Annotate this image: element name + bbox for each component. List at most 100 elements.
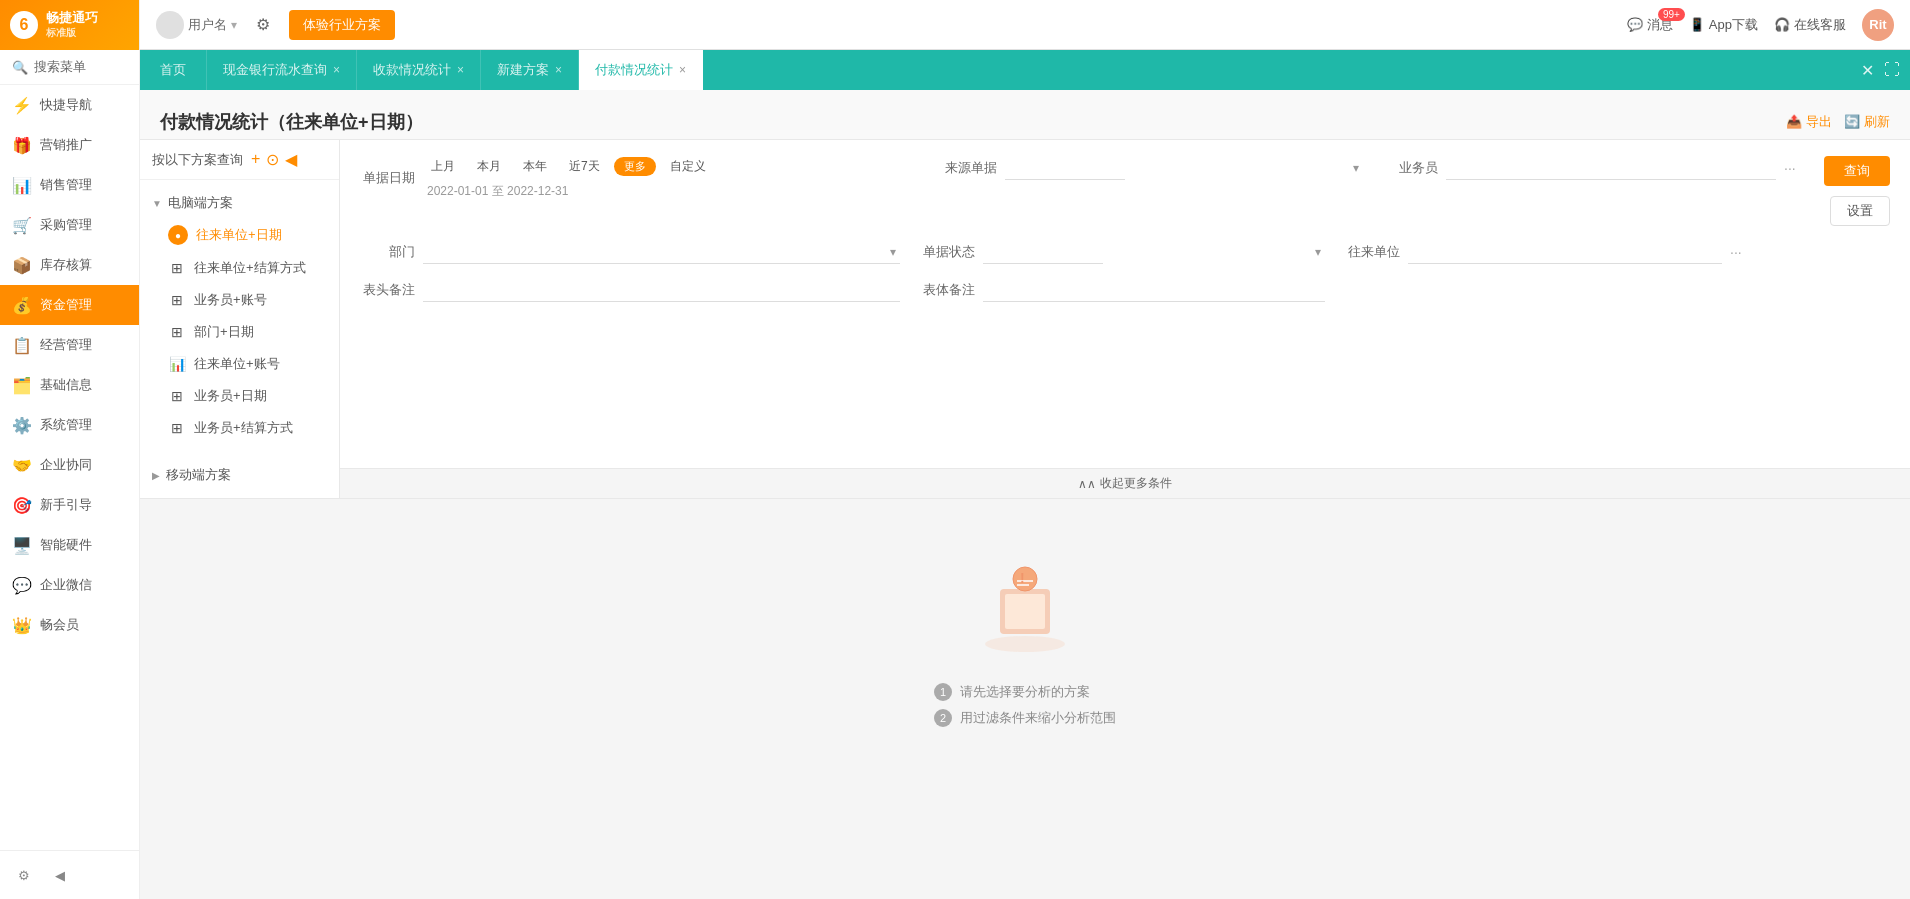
dept-select-wrapper: [423, 240, 900, 264]
sidebar-item-hardware[interactable]: 🖥️ 智能硬件: [0, 525, 139, 565]
sidebar-item-operations[interactable]: 📋 经营管理: [0, 325, 139, 365]
tab-new-scheme-close-icon[interactable]: ×: [555, 63, 562, 77]
scheme-item-staff-settle-label: 业务员+结算方式: [194, 419, 293, 437]
empty-hint-step1: 1 请先选择要分析的方案: [934, 679, 1116, 705]
nav-label-enterprise: 企业协同: [40, 456, 92, 474]
header-settings-btn[interactable]: ⚙: [249, 11, 277, 39]
source-select[interactable]: [1005, 156, 1125, 180]
sidebar-item-wechat[interactable]: 💬 企业微信: [0, 565, 139, 605]
sidebar-item-basic-info[interactable]: 🗂️ 基础信息: [0, 365, 139, 405]
scheme-grid-icon-4: ⊞: [168, 387, 186, 405]
filter-row-1: 单据日期 上月 本月 本年 近7天 更多 自定义 20: [360, 156, 1890, 226]
nav-label-guide: 新手引导: [40, 496, 92, 514]
scheme-item-unit-date[interactable]: ● 往来单位+日期: [140, 218, 339, 252]
partner-label: 往来单位: [1345, 243, 1400, 261]
page-header: 付款情况统计（往来单位+日期） 📤 导出 🔄 刷新: [140, 90, 1910, 140]
avatar: [156, 11, 184, 39]
tab-bank-flow-close-icon[interactable]: ×: [333, 63, 340, 77]
staff-input[interactable]: [1446, 156, 1776, 180]
footer-settings-btn[interactable]: ⚙: [10, 861, 38, 889]
scheme-item-dept-date[interactable]: ⊞ 部门+日期: [140, 316, 339, 348]
search-icon: 🔍: [12, 60, 28, 75]
nav-label-purchase: 采购管理: [40, 216, 92, 234]
date-tab-more[interactable]: 更多: [614, 157, 656, 176]
nav-label-system: 系统管理: [40, 416, 92, 434]
dropdown-arrow-icon[interactable]: ▾: [231, 18, 237, 32]
tab-close-all-icon[interactable]: ✕: [1861, 61, 1874, 80]
sidebar-item-purchase[interactable]: 🛒 采购管理: [0, 205, 139, 245]
scheme-mobile-title[interactable]: ▶ 移动端方案: [140, 460, 339, 490]
refresh-icon: 🔄: [1844, 114, 1860, 129]
nav-icon-enterprise: 🤝: [12, 455, 32, 475]
scheme-add-btn[interactable]: +: [251, 150, 260, 169]
scheme-grid-icon-3: ⊞: [168, 323, 186, 341]
scheme-item-unit-settle[interactable]: ⊞ 往来单位+结算方式: [140, 252, 339, 284]
date-tab-last-month[interactable]: 上月: [423, 156, 463, 177]
footer-collapse-btn[interactable]: ◀: [46, 861, 74, 889]
message-icon: 💬: [1627, 17, 1643, 32]
sidebar-item-system[interactable]: ⚙️ 系统管理: [0, 405, 139, 445]
scheme-desktop-title[interactable]: ▼ 电脑端方案: [140, 188, 339, 218]
sidebar-item-inventory[interactable]: 📦 库存核算: [0, 245, 139, 285]
app-download-btn[interactable]: 📱 App下载: [1689, 16, 1758, 34]
refresh-btn[interactable]: 🔄 刷新: [1844, 113, 1890, 131]
date-tab-this-month[interactable]: 本月: [469, 156, 509, 177]
voucher-status-select[interactable]: [983, 240, 1103, 264]
sidebar-item-marketing[interactable]: 🎁 营销推广: [0, 125, 139, 165]
nav-icon-guide: 🎯: [12, 495, 32, 515]
body-note-input[interactable]: [983, 278, 1325, 302]
trial-btn[interactable]: 体验行业方案: [289, 10, 395, 40]
scheme-settings-btn[interactable]: ⊙: [266, 150, 279, 169]
date-tab-this-year[interactable]: 本年: [515, 156, 555, 177]
sidebar-item-quick-nav[interactable]: ⚡ 快捷导航: [0, 85, 139, 125]
settings-btn[interactable]: 设置: [1830, 196, 1890, 226]
tab-receipts-close-icon[interactable]: ×: [457, 63, 464, 77]
hint2-text: 用过滤条件来缩小分析范围: [960, 705, 1116, 731]
online-service-btn[interactable]: 🎧 在线客服: [1774, 16, 1846, 34]
partner-input[interactable]: [1408, 240, 1722, 264]
messages-btn[interactable]: 💬 消息 99+: [1627, 16, 1673, 34]
sidebar-item-sales[interactable]: 📊 销售管理: [0, 165, 139, 205]
tab-payment-close-icon[interactable]: ×: [679, 63, 686, 77]
sidebar-item-member[interactable]: 👑 畅会员: [0, 605, 139, 645]
tab-home[interactable]: 首页: [140, 50, 207, 90]
query-btn[interactable]: 查询: [1824, 156, 1890, 186]
export-btn[interactable]: 📤 导出: [1786, 113, 1832, 131]
collapse-more-btn[interactable]: ∧∧ 收起更多条件: [340, 468, 1910, 498]
sidebar-item-finance[interactable]: 💰 资金管理: [0, 285, 139, 325]
dept-select[interactable]: [423, 240, 900, 264]
export-icon: 📤: [1786, 114, 1802, 129]
sidebar-item-guide[interactable]: 🎯 新手引导: [0, 485, 139, 525]
staff-dots[interactable]: ···: [1784, 160, 1804, 176]
desktop-arrow-icon: ▼: [152, 198, 162, 209]
date-tab-custom[interactable]: 自定义: [662, 156, 714, 177]
scheme-item-unit-settle-label: 往来单位+结算方式: [194, 259, 306, 277]
staff-label: 业务员: [1383, 159, 1438, 177]
partner-dots[interactable]: ···: [1730, 244, 1750, 260]
header-note-input[interactable]: [423, 278, 900, 302]
scheme-item-staff-date[interactable]: ⊞ 业务员+日期: [140, 380, 339, 412]
filter-actions: 查询 设置: [1824, 156, 1890, 226]
scheme-item-unit-account[interactable]: 📊 往来单位+账号: [140, 348, 339, 380]
logo-info: 畅捷通巧 标准版: [46, 10, 98, 40]
app-download-label: App下载: [1709, 16, 1758, 34]
user-avatar[interactable]: Rit: [1862, 9, 1894, 41]
scheme-collapse-btn[interactable]: ◀: [285, 150, 297, 169]
tab-fullscreen-icon[interactable]: ⛶: [1884, 61, 1900, 79]
scheme-item-staff-settle[interactable]: ⊞ 业务员+结算方式: [140, 412, 339, 444]
tab-receipts-stats[interactable]: 收款情况统计 ×: [357, 50, 481, 90]
tab-bank-flow[interactable]: 现金银行流水查询 ×: [207, 50, 357, 90]
source-select-wrapper: [1005, 156, 1363, 180]
scheme-item-staff-account[interactable]: ⊞ 业务员+账号: [140, 284, 339, 316]
date-tab-last-7days[interactable]: 近7天: [561, 156, 608, 177]
filter-panel: 按以下方案查询 + ⊙ ◀ ▼ 电脑端方案 ● 往来单位+日期: [140, 140, 1910, 499]
sidebar-search[interactable]: 🔍 搜索菜单: [0, 50, 139, 85]
sidebar-item-enterprise[interactable]: 🤝 企业协同: [0, 445, 139, 485]
scheme-item-unit-account-label: 往来单位+账号: [194, 355, 280, 373]
sidebar-nav: ⚡ 快捷导航 🎁 营销推广 📊 销售管理 🛒 采购管理 📦 库存核算 💰 资金管…: [0, 85, 139, 645]
nav-icon-inventory: 📦: [12, 255, 32, 275]
header-user-area: 用户名 ▾: [156, 11, 237, 39]
tab-new-scheme[interactable]: 新建方案 ×: [481, 50, 579, 90]
header-right: 💬 消息 99+ 📱 App下载 🎧 在线客服 Rit: [1627, 9, 1894, 41]
tab-payment-stats[interactable]: 付款情况统计 ×: [579, 50, 703, 90]
